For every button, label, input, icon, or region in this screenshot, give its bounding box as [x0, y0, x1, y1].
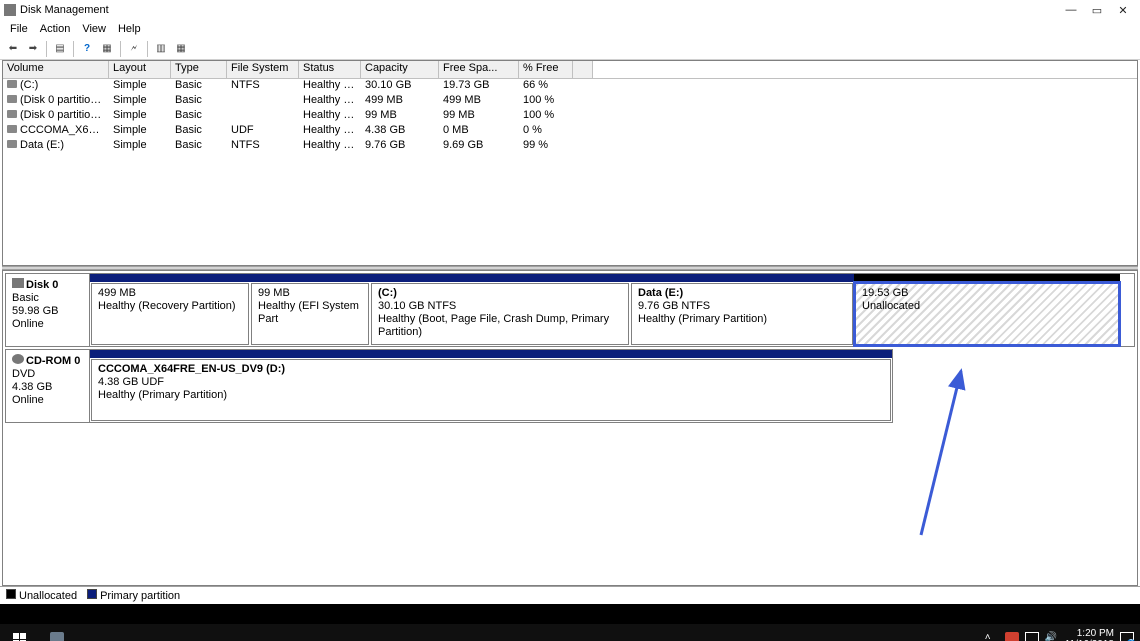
cd-icon: [12, 354, 24, 364]
table-row[interactable]: (Disk 0 partition 1)SimpleBasicHealthy (…: [3, 94, 1137, 109]
disk0-size: 59.98 GB: [12, 305, 83, 318]
menu-bar: File Action View Help: [0, 20, 1140, 38]
cdrom-partition[interactable]: CCCOMA_X64FRE_EN-US_DV9 (D:) 4.38 GB UDF…: [91, 359, 891, 421]
disk0-state: Online: [12, 318, 83, 331]
cdrom-name: CD-ROM 0: [26, 355, 80, 367]
cdrom-type: DVD: [12, 368, 83, 381]
annotation-arrow-icon: [901, 365, 981, 545]
col-volume[interactable]: Volume: [3, 61, 109, 78]
rescan-button[interactable]: 🗲: [125, 40, 143, 58]
diskmgmt-icon: [50, 632, 64, 641]
col-type[interactable]: Type: [171, 61, 227, 78]
list-view-button[interactable]: ▥: [152, 40, 170, 58]
table-row[interactable]: (Disk 0 partition 2)SimpleBasicHealthy (…: [3, 109, 1137, 124]
disk-icon: [12, 278, 24, 288]
col-extra[interactable]: [573, 61, 593, 78]
refresh-button[interactable]: ▦: [98, 40, 116, 58]
col-free[interactable]: Free Spa...: [439, 61, 519, 78]
col-capacity[interactable]: Capacity: [361, 61, 439, 78]
tray-time: 1:20 PM: [1065, 628, 1114, 639]
minimize-button[interactable]: —: [1058, 0, 1084, 20]
tray-volume-icon[interactable]: 🔊: [1045, 632, 1059, 641]
volume-list-body[interactable]: (C:)SimpleBasicNTFSHealthy (B...30.10 GB…: [3, 79, 1137, 265]
gap-bar: [0, 604, 1140, 624]
table-row[interactable]: (C:)SimpleBasicNTFSHealthy (B...30.10 GB…: [3, 79, 1137, 94]
legend-unallocated: Unallocated: [19, 590, 77, 602]
menu-action[interactable]: Action: [34, 23, 77, 35]
cdrom-part-title: CCCOMA_X64FRE_EN-US_DV9 (D:): [98, 363, 884, 376]
window-title: Disk Management: [20, 4, 109, 16]
col-layout[interactable]: Layout: [109, 61, 171, 78]
col-status[interactable]: Status: [299, 61, 361, 78]
taskbar: ˄ 🔊 1:20 PM 11/16/2018 2: [0, 624, 1140, 641]
back-button[interactable]: ⬅: [4, 40, 22, 58]
volume-list-header: Volume Layout Type File System Status Ca…: [3, 61, 1137, 79]
help-button[interactable]: ?: [78, 40, 96, 58]
disk0-partition[interactable]: 499 MBHealthy (Recovery Partition): [91, 283, 249, 345]
system-tray[interactable]: ˄ 🔊 1:20 PM 11/16/2018 2: [979, 628, 1140, 641]
disk0-type: Basic: [12, 292, 83, 305]
disk0-partition[interactable]: (C:)30.10 GB NTFSHealthy (Boot, Page Fil…: [371, 283, 629, 345]
cdrom-state: Online: [12, 394, 83, 407]
forward-button[interactable]: ➡: [24, 40, 42, 58]
legend-primary: Primary partition: [100, 590, 180, 602]
app-icon: [4, 4, 16, 16]
menu-help[interactable]: Help: [112, 23, 147, 35]
legend-swatch-primary: [87, 589, 97, 599]
tray-network-icon[interactable]: [1025, 632, 1039, 641]
disk0-label: Disk 0 Basic 59.98 GB Online: [6, 274, 90, 346]
show-hide-button[interactable]: ▤: [51, 40, 69, 58]
title-bar: Disk Management — ▭ ✕: [0, 0, 1140, 20]
disk-graphic-pane: Disk 0 Basic 59.98 GB Online 499 MBHealt…: [2, 270, 1138, 586]
graphic-view-button[interactable]: ▦: [172, 40, 190, 58]
tray-security-icon[interactable]: [1005, 632, 1019, 641]
tray-chevron-up-icon[interactable]: ˄: [985, 632, 999, 641]
disk0-name: Disk 0: [26, 279, 58, 291]
menu-view[interactable]: View: [76, 23, 112, 35]
volume-list: Volume Layout Type File System Status Ca…: [2, 60, 1138, 266]
cdrom-part-line2: Healthy (Primary Partition): [98, 389, 884, 402]
disk-row-disk0[interactable]: Disk 0 Basic 59.98 GB Online 499 MBHealt…: [5, 273, 1135, 347]
disk0-partition[interactable]: 99 MBHealthy (EFI System Part: [251, 283, 369, 345]
cdrom-label: CD-ROM 0 DVD 4.38 GB Online: [6, 350, 90, 422]
disk-row-cdrom0[interactable]: CD-ROM 0 DVD 4.38 GB Online CCCOMA_X64FR…: [5, 349, 893, 423]
menu-file[interactable]: File: [4, 23, 34, 35]
legend-swatch-unallocated: [6, 589, 16, 599]
cdrom-part-line1: 4.38 GB UDF: [98, 376, 884, 389]
disk0-partition[interactable]: 19.53 GBUnallocated: [855, 283, 1119, 345]
close-button[interactable]: ✕: [1110, 0, 1136, 20]
col-filesystem[interactable]: File System: [227, 61, 299, 78]
task-diskmgmt[interactable]: [38, 624, 76, 641]
col-pctfree[interactable]: % Free: [519, 61, 573, 78]
start-button[interactable]: [0, 624, 38, 641]
tray-notifications-icon[interactable]: 2: [1120, 632, 1134, 641]
legend: Unallocated Primary partition: [0, 586, 1140, 604]
cdrom-size: 4.38 GB: [12, 381, 83, 394]
maximize-button[interactable]: ▭: [1084, 0, 1110, 20]
disk0-partition[interactable]: Data (E:)9.76 GB NTFSHealthy (Primary Pa…: [631, 283, 853, 345]
table-row[interactable]: CCCOMA_X64FRE...SimpleBasicUDFHealthy (P…: [3, 124, 1137, 139]
tray-clock[interactable]: 1:20 PM 11/16/2018: [1065, 628, 1114, 641]
windows-logo-icon: [13, 633, 26, 641]
toolbar: ⬅ ➡ ▤ ? ▦ 🗲 ▥ ▦: [0, 38, 1140, 60]
table-row[interactable]: Data (E:)SimpleBasicNTFSHealthy (P...9.7…: [3, 139, 1137, 154]
